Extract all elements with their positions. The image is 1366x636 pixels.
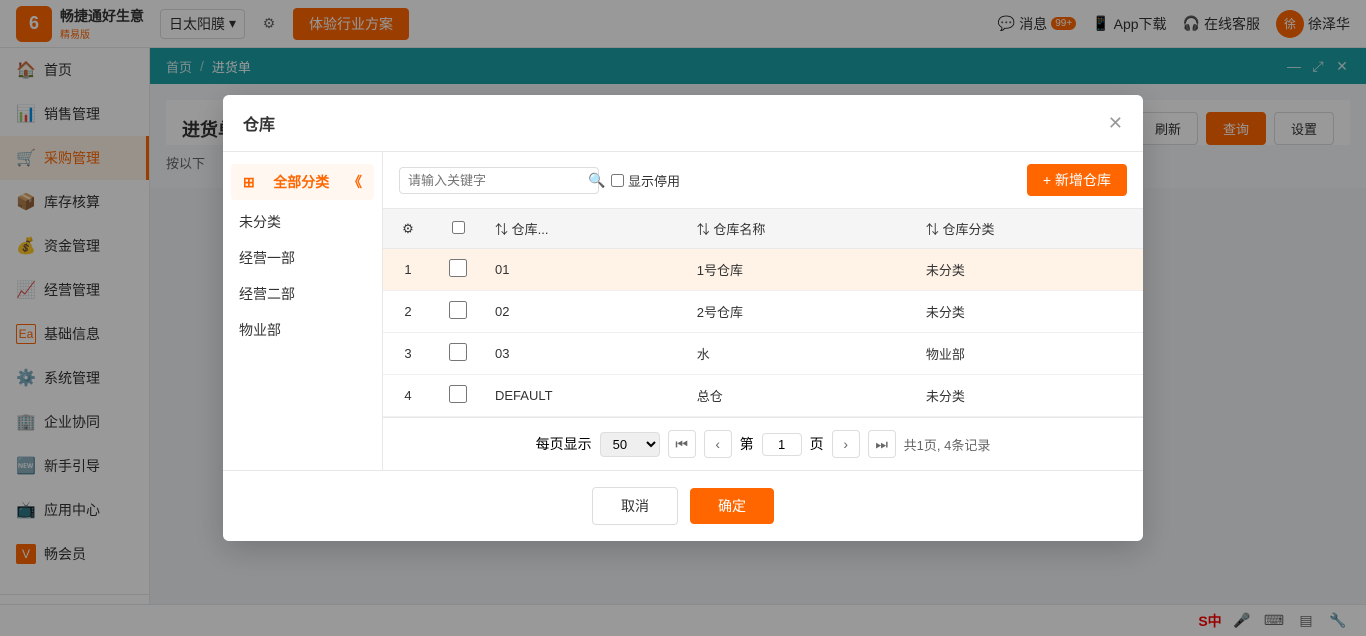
show-disabled-checkbox[interactable]: 显示停用 xyxy=(611,171,680,190)
collapse-icon[interactable]: 《 xyxy=(348,172,362,192)
search-input[interactable] xyxy=(408,173,584,188)
row-category: 未分类 xyxy=(914,249,1143,291)
row-num: 3 xyxy=(383,333,433,375)
th-settings: ⚙ xyxy=(383,209,433,249)
row-category: 物业部 xyxy=(914,333,1143,375)
page-label: 第 xyxy=(740,434,754,454)
category-unclassified[interactable]: 未分类 xyxy=(223,204,382,240)
pagination: 每页显示 50 100 ⏮ ‹ 第 页 › ⏭ 共1页, 4条记录 xyxy=(383,417,1143,470)
row-num: 1 xyxy=(383,249,433,291)
row-checkbox[interactable] xyxy=(449,343,467,361)
per-page-select[interactable]: 50 100 xyxy=(600,432,660,457)
modal-body: ⊞ 全部分类 《 未分类 经营一部 经营二部 物业部 🔍 xyxy=(223,152,1143,470)
sort-icon: ⇅ xyxy=(495,222,508,237)
row-num: 2 xyxy=(383,291,433,333)
row-code: 01 xyxy=(483,249,685,291)
modal-toolbar: 🔍 显示停用 + 新增仓库 xyxy=(383,152,1143,209)
th-category: ⇅ 仓库分类 xyxy=(914,209,1143,249)
table-row[interactable]: 1 01 1号仓库 未分类 xyxy=(383,249,1143,291)
sort-icon-cat: ⇅ xyxy=(926,222,939,237)
grid-icon: ⊞ xyxy=(243,174,255,191)
total-info: 共1页, 4条记录 xyxy=(904,435,991,454)
modal-footer: 取消 确定 xyxy=(223,470,1143,541)
table-row[interactable]: 4 DEFAULT 总仓 未分类 xyxy=(383,375,1143,417)
row-num: 4 xyxy=(383,375,433,417)
row-code: 03 xyxy=(483,333,685,375)
select-all-checkbox[interactable] xyxy=(452,221,465,234)
row-checkbox[interactable] xyxy=(449,301,467,319)
per-page-label: 每页显示 xyxy=(536,434,592,454)
row-checkbox[interactable] xyxy=(449,385,467,403)
all-category-item[interactable]: ⊞ 全部分类 《 xyxy=(231,164,374,200)
row-code: 02 xyxy=(483,291,685,333)
next-page-button[interactable]: › xyxy=(832,430,860,458)
th-name: ⇅ 仓库名称 xyxy=(685,209,914,249)
row-category: 未分类 xyxy=(914,375,1143,417)
category-panel: ⊞ 全部分类 《 未分类 经营一部 经营二部 物业部 xyxy=(223,152,383,470)
table-row[interactable]: 3 03 水 物业部 xyxy=(383,333,1143,375)
modal-close-button[interactable]: ✕ xyxy=(1108,113,1123,134)
modal-header: 仓库 ✕ xyxy=(223,95,1143,152)
show-disabled-check[interactable] xyxy=(611,174,624,187)
row-name: 2号仓库 xyxy=(685,291,914,333)
row-category: 未分类 xyxy=(914,291,1143,333)
warehouse-table: ⚙ ⇅ 仓库... ⇅ 仓库名称 xyxy=(383,209,1143,417)
cancel-button[interactable]: 取消 xyxy=(592,487,678,525)
category-operation1[interactable]: 经营一部 xyxy=(223,240,382,276)
row-name: 水 xyxy=(685,333,914,375)
th-code: ⇅ 仓库... xyxy=(483,209,685,249)
row-code: DEFAULT xyxy=(483,375,685,417)
first-page-button[interactable]: ⏮ xyxy=(668,430,696,458)
category-property[interactable]: 物业部 xyxy=(223,312,382,348)
last-page-button[interactable]: ⏭ xyxy=(868,430,896,458)
warehouse-table-container: ⚙ ⇅ 仓库... ⇅ 仓库名称 xyxy=(383,209,1143,417)
warehouse-list-panel: 🔍 显示停用 + 新增仓库 ⚙ xyxy=(383,152,1143,470)
row-name: 总仓 xyxy=(685,375,914,417)
page-suffix: 页 xyxy=(810,434,824,454)
sort-icon-name: ⇅ xyxy=(697,222,710,237)
modal-title: 仓库 xyxy=(243,111,275,135)
row-name: 1号仓库 xyxy=(685,249,914,291)
add-warehouse-button[interactable]: + 新增仓库 xyxy=(1027,164,1127,196)
search-box: 🔍 xyxy=(399,167,599,194)
th-checkbox xyxy=(433,209,483,249)
category-operation2[interactable]: 经营二部 xyxy=(223,276,382,312)
prev-page-button[interactable]: ‹ xyxy=(704,430,732,458)
warehouse-modal: 仓库 ✕ ⊞ 全部分类 《 未分类 经营一部 经营二部 物业部 xyxy=(223,95,1143,541)
search-icon[interactable]: 🔍 xyxy=(588,172,605,189)
confirm-button[interactable]: 确定 xyxy=(690,488,774,524)
table-row[interactable]: 2 02 2号仓库 未分类 xyxy=(383,291,1143,333)
row-checkbox[interactable] xyxy=(449,259,467,277)
modal-overlay: 仓库 ✕ ⊞ 全部分类 《 未分类 经营一部 经营二部 物业部 xyxy=(0,0,1366,636)
gear-icon: ⚙ xyxy=(402,221,414,236)
page-number-input[interactable] xyxy=(762,433,802,456)
